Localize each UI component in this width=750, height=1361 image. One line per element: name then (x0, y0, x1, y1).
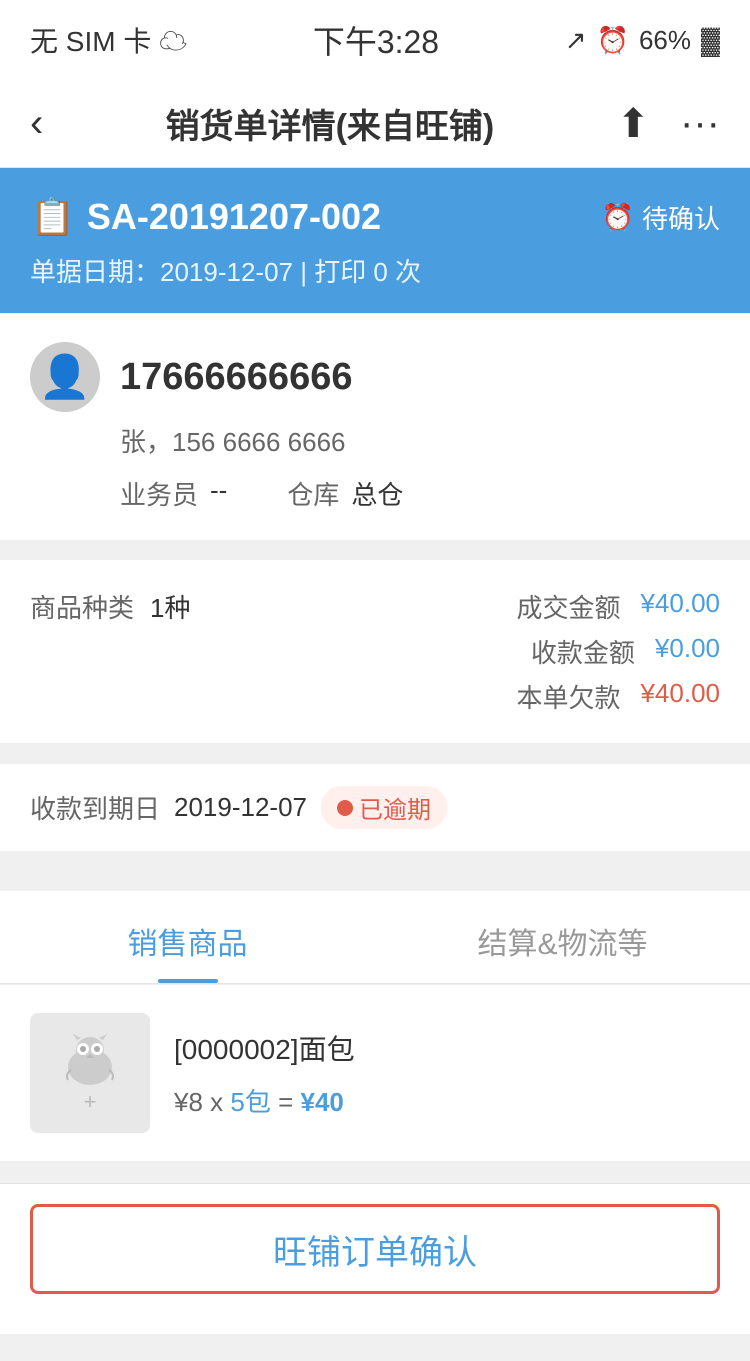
battery-text: 66% (639, 25, 691, 56)
overdue-text: 已逾期 (359, 790, 431, 825)
avatar-icon: 👤 (39, 353, 91, 402)
product-list: + [0000002]面包 ¥8 x 5包 = ¥40 (0, 985, 750, 1161)
divider-2 (0, 743, 750, 763)
product-name: [0000002]面包 (174, 1028, 720, 1068)
order-id-text: SA-20191207-002 (87, 196, 381, 238)
confirm-order-button[interactable]: 旺铺订单确认 (30, 1204, 720, 1294)
salesperson-item: 业务员 -- (120, 475, 227, 512)
customer-phone: 17666666666 (120, 356, 352, 399)
product-item: + [0000002]面包 ¥8 x 5包 = ¥40 (0, 985, 750, 1161)
customer-row: 👤 17666666666 (30, 342, 720, 412)
price-qty: 5包 (230, 1087, 270, 1117)
product-type-label: 商品种类 (30, 588, 134, 625)
salesperson-value: -- (210, 475, 227, 512)
location-icon: ↗ (565, 25, 587, 56)
nav-bar: ‹ 销货单详情(来自旺铺) ⬆ ··· (0, 80, 750, 168)
received-label: 收款金额 (531, 633, 635, 670)
owl-logo-svg (55, 1032, 125, 1087)
page-title: 销货单详情(来自旺铺) (166, 99, 495, 148)
product-image-inner: + (30, 1013, 150, 1133)
product-price: ¥8 x 5包 = ¥40 (174, 1082, 720, 1119)
battery-icon: ▓ (701, 25, 720, 56)
due-section: 收款到期日 2019-12-07 已逾期 (0, 764, 750, 851)
bottom-bar: 旺铺订单确认 (0, 1183, 750, 1334)
tab-sales-products[interactable]: 销售商品 (0, 891, 375, 983)
order-id: 📋 SA-20191207-002 (30, 196, 381, 238)
back-button[interactable]: ‹ (30, 101, 43, 146)
received-value: ¥0.00 (655, 633, 720, 670)
amounts: 成交金额 ¥40.00 收款金额 ¥0.00 本单欠款 ¥40.00 (516, 588, 720, 715)
tab-settlement-label: 结算&物流等 (477, 928, 647, 961)
clock-icon: ⏰ (602, 202, 634, 233)
debt-label: 本单欠款 (516, 678, 620, 715)
doc-date: 单据日期：2019-12-07 | 打印 0 次 (30, 252, 720, 289)
nav-actions: ⬆ ··· (617, 101, 720, 147)
price-equals: = (271, 1087, 301, 1117)
header-card: 📋 SA-20191207-002 ⏰ 待确认 单据日期：2019-12-07 … (0, 168, 750, 313)
avatar: 👤 (30, 342, 100, 412)
status-time: 下午3:28 (313, 17, 439, 63)
status-badge: ⏰ 待确认 (602, 199, 720, 236)
share-button[interactable]: ⬆ (617, 101, 651, 147)
status-right: ↗ ⏰ 66% ▓ (565, 25, 720, 56)
product-info: [0000002]面包 ¥8 x 5包 = ¥40 (174, 1028, 720, 1119)
customer-meta: 业务员 -- 仓库 总仓 (120, 475, 720, 512)
due-label: 收款到期日 (30, 789, 160, 826)
deal-amount-value: ¥40.00 (640, 588, 720, 625)
received-amount-line: 收款金额 ¥0.00 (531, 633, 720, 670)
status-bar: 无 SIM 卡 ☁ 下午3:28 ↗ ⏰ 66% ▓ (0, 0, 750, 80)
product-type-value: 1种 (150, 588, 190, 625)
warehouse-value: 总仓 (351, 475, 403, 512)
divider-3 (0, 851, 750, 871)
order-icon: 📋 (30, 196, 75, 238)
customer-name: 张，156 6666 6666 (120, 422, 720, 459)
plus-text: + (84, 1089, 97, 1115)
product-image: + (30, 1013, 150, 1133)
status-text: 待确认 (642, 199, 720, 236)
overdue-dot-icon (337, 800, 353, 816)
tab-settlement[interactable]: 结算&物流等 (375, 891, 750, 983)
summary-section: 商品种类 1种 成交金额 ¥40.00 收款金额 ¥0.00 本单欠款 ¥40.… (0, 560, 750, 743)
debt-amount-line: 本单欠款 ¥40.00 (516, 678, 720, 715)
customer-section: 👤 17666666666 张，156 6666 6666 业务员 -- 仓库 … (0, 314, 750, 540)
tabs: 销售商品 结算&物流等 (0, 891, 750, 984)
warehouse-label: 仓库 (287, 475, 339, 512)
sim-wifi-text: 无 SIM 卡 ☁ (30, 20, 187, 60)
price-total: ¥40 (300, 1087, 343, 1117)
debt-value: ¥40.00 (640, 678, 720, 715)
deal-amount-line: 成交金额 ¥40.00 (516, 588, 720, 625)
status-left: 无 SIM 卡 ☁ (30, 20, 187, 60)
more-button[interactable]: ··· (680, 101, 720, 146)
salesperson-label: 业务员 (120, 475, 198, 512)
tab-sales-label: 销售商品 (128, 928, 248, 961)
price-base: ¥8 x (174, 1087, 230, 1117)
overdue-badge: 已逾期 (321, 786, 447, 829)
due-date: 2019-12-07 (174, 792, 307, 823)
alarm-icon: ⏰ (597, 25, 629, 56)
deal-amount-label: 成交金额 (516, 588, 620, 625)
warehouse-item: 仓库 总仓 (287, 475, 403, 512)
divider-1 (0, 540, 750, 560)
